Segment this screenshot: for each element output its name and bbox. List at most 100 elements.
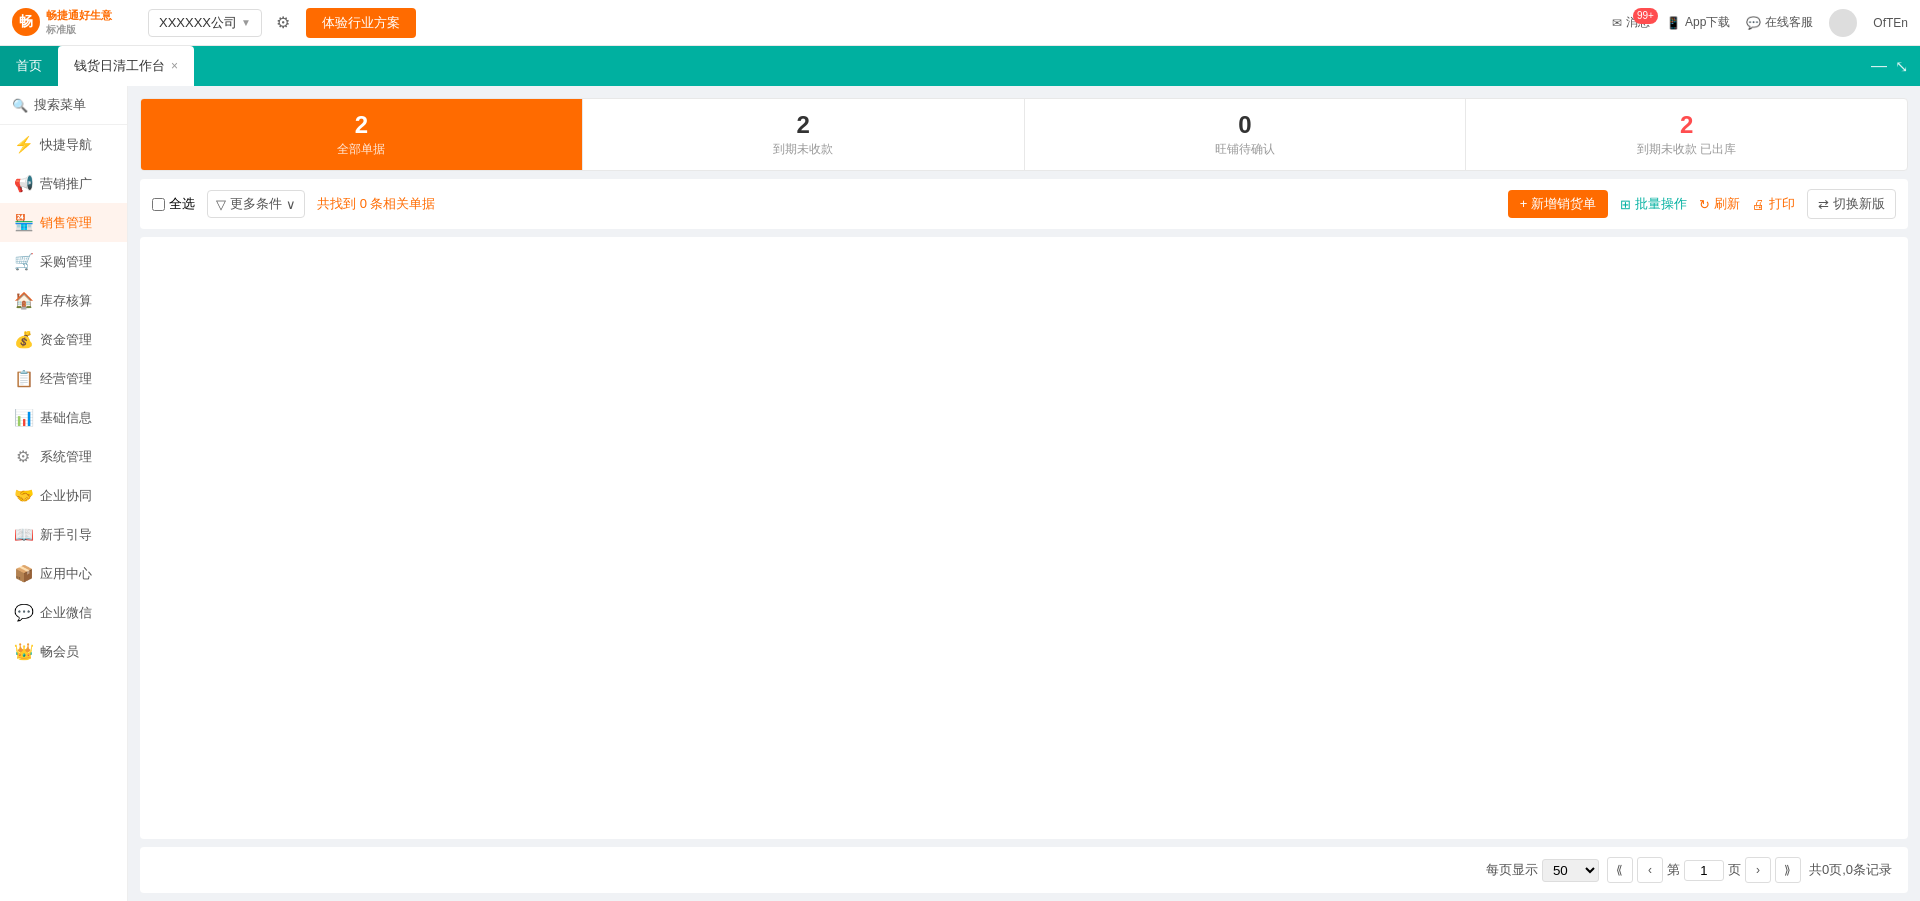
app-download-button[interactable]: 📱 App下载 [1666,14,1730,31]
last-page-button[interactable]: ⟫ [1775,857,1801,883]
tab-minimize-icon[interactable]: — [1871,57,1887,75]
first-page-button[interactable]: ⟪ [1607,857,1633,883]
finance-icon: 💰 [14,330,32,349]
often-label: OfTEn [1873,16,1908,30]
sidebar-item-member[interactable]: 👑 畅会员 [0,632,127,671]
found-text: 共找到 0 条相关单据 [317,195,435,213]
prev-page-button[interactable]: ‹ [1637,857,1663,883]
app-icon: 📱 [1666,16,1681,30]
sidebar-item-quick-nav[interactable]: ⚡ 快捷导航 [0,125,127,164]
switch-icon: ⇄ [1818,197,1829,212]
wechat-icon: 💬 [14,603,32,622]
inventory-icon: 🏠 [14,291,32,310]
tab-expand-icon[interactable]: ⤡ [1895,57,1908,76]
filter-icon: ▽ [216,197,226,212]
tab-bar: 首页 钱货日清工作台 × — ⤡ [0,46,1920,86]
tab-qhrc[interactable]: 钱货日清工作台 × [58,46,194,86]
header-right: ✉ 消息 99+ 📱 App下载 💬 在线客服 OfTEn [1612,9,1908,37]
stat-num-all: 2 [157,111,566,139]
stat-label-all: 全部单据 [157,141,566,158]
next-page-button[interactable]: › [1745,857,1771,883]
sidebar-item-guide[interactable]: 📖 新手引导 [0,515,127,554]
settings-icon[interactable]: ⚙ [268,8,298,38]
sales-icon: 🏪 [14,213,32,232]
page-suffix: 页 [1728,861,1741,879]
sidebar-item-basic-info[interactable]: 📊 基础信息 [0,398,127,437]
tab-close-icon[interactable]: × [171,59,178,73]
basic-info-icon: 📊 [14,408,32,427]
quick-nav-icon: ⚡ [14,135,32,154]
content-area: 2 全部单据 2 到期未收款 0 旺铺待确认 2 到期未收款 已出库 全选 [128,86,1920,901]
stat-num-pending: 0 [1041,111,1450,139]
sidebar-item-inventory[interactable]: 🏠 库存核算 [0,281,127,320]
select-all-checkbox[interactable]: 全选 [152,195,195,213]
page-size-select: 每页显示 50 10 20 100 [1486,859,1599,882]
stat-label-overdue-out: 到期未收款 已出库 [1482,141,1891,158]
member-icon: 👑 [14,642,32,661]
logo-icon: 畅 [12,8,40,36]
sidebar-item-marketing[interactable]: 📢 营销推广 [0,164,127,203]
refresh-button[interactable]: ↻ 刷新 [1699,195,1740,213]
print-icon: 🖨 [1752,197,1765,212]
sidebar-item-sales[interactable]: 🏪 销售管理 [0,203,127,242]
print-button[interactable]: 🖨 打印 [1752,195,1795,213]
company-name: XXXXXX公司 [159,14,237,32]
select-all-input[interactable] [152,198,165,211]
tab-bar-actions: — ⤡ [1871,57,1920,76]
stat-num-overdue: 2 [599,111,1008,139]
filter-button[interactable]: ▽ 更多条件 ∨ [207,190,305,218]
experience-button[interactable]: 体验行业方案 [306,8,416,38]
message-button[interactable]: ✉ 消息 99+ [1612,14,1650,31]
system-icon: ⚙ [14,447,32,466]
search-menu-button[interactable]: 🔍 搜索菜单 [0,86,127,125]
avatar[interactable] [1829,9,1857,37]
sidebar-item-enterprise[interactable]: 🤝 企业协同 [0,476,127,515]
stats-tabs: 2 全部单据 2 到期未收款 0 旺铺待确认 2 到期未收款 已出库 [140,98,1908,171]
stat-label-pending: 旺铺待确认 [1041,141,1450,158]
batch-icon: ⊞ [1620,197,1631,212]
new-sale-button[interactable]: + 新增销货单 [1508,190,1608,218]
sidebar-item-system[interactable]: ⚙ 系统管理 [0,437,127,476]
logo-name: 畅捷通好生意 [46,8,112,22]
pagination: 每页显示 50 10 20 100 ⟪ ‹ 第 页 › ⟫ 共0页,0条记录 [140,847,1908,893]
stat-num-overdue-out: 2 [1482,111,1891,139]
stat-tab-all[interactable]: 2 全部单据 [141,99,583,170]
search-icon: 🔍 [12,98,28,113]
company-selector[interactable]: XXXXXX公司 ▼ [148,9,262,37]
page-nav: ⟪ ‹ 第 页 › ⟫ [1607,857,1801,883]
top-header: 畅 畅捷通好生意 标准版 XXXXXX公司 ▼ ⚙ 体验行业方案 ✉ 消息 99… [0,0,1920,46]
sidebar: 🔍 搜索菜单 ⚡ 快捷导航 📢 营销推广 🏪 销售管理 🛒 采购管理 🏠 库存核… [0,86,128,901]
batch-operation-button[interactable]: ⊞ 批量操作 [1620,195,1687,213]
page-total: 共0页,0条记录 [1809,861,1892,879]
tab-home[interactable]: 首页 [0,46,58,86]
sidebar-item-operations[interactable]: 📋 经营管理 [0,359,127,398]
message-icon: ✉ [1612,16,1622,30]
logo-sub: 标准版 [46,23,112,37]
logo-area: 畅 畅捷通好生意 标准版 [12,8,140,36]
page-prefix: 第 [1667,861,1680,879]
enterprise-icon: 🤝 [14,486,32,505]
action-bar: 全选 ▽ 更多条件 ∨ 共找到 0 条相关单据 + 新增销货单 ⊞ 批量操作 ↻ [140,179,1908,229]
online-service-button[interactable]: 💬 在线客服 [1746,14,1813,31]
stat-tab-pending[interactable]: 0 旺铺待确认 [1025,99,1467,170]
switch-version-button[interactable]: ⇄ 切换新版 [1807,189,1896,219]
chevron-down-icon: ∨ [286,197,296,212]
sidebar-item-finance[interactable]: 💰 资金管理 [0,320,127,359]
data-area [140,237,1908,839]
stat-tab-overdue-out[interactable]: 2 到期未收款 已出库 [1466,99,1907,170]
sidebar-item-wechat[interactable]: 💬 企业微信 [0,593,127,632]
marketing-icon: 📢 [14,174,32,193]
stat-tab-overdue[interactable]: 2 到期未收款 [583,99,1025,170]
service-icon: 💬 [1746,16,1761,30]
operations-icon: 📋 [14,369,32,388]
refresh-icon: ↻ [1699,197,1710,212]
chevron-down-icon: ▼ [241,17,251,28]
page-number-input[interactable] [1684,860,1724,881]
stat-label-overdue: 到期未收款 [599,141,1008,158]
sidebar-item-purchase[interactable]: 🛒 采购管理 [0,242,127,281]
sidebar-item-app-center[interactable]: 📦 应用中心 [0,554,127,593]
message-badge: 99+ [1633,8,1658,24]
action-bar-right: + 新增销货单 ⊞ 批量操作 ↻ 刷新 🖨 打印 ⇄ 切换新版 [1508,189,1896,219]
page-size-dropdown[interactable]: 50 10 20 100 [1542,859,1599,882]
purchase-icon: 🛒 [14,252,32,271]
